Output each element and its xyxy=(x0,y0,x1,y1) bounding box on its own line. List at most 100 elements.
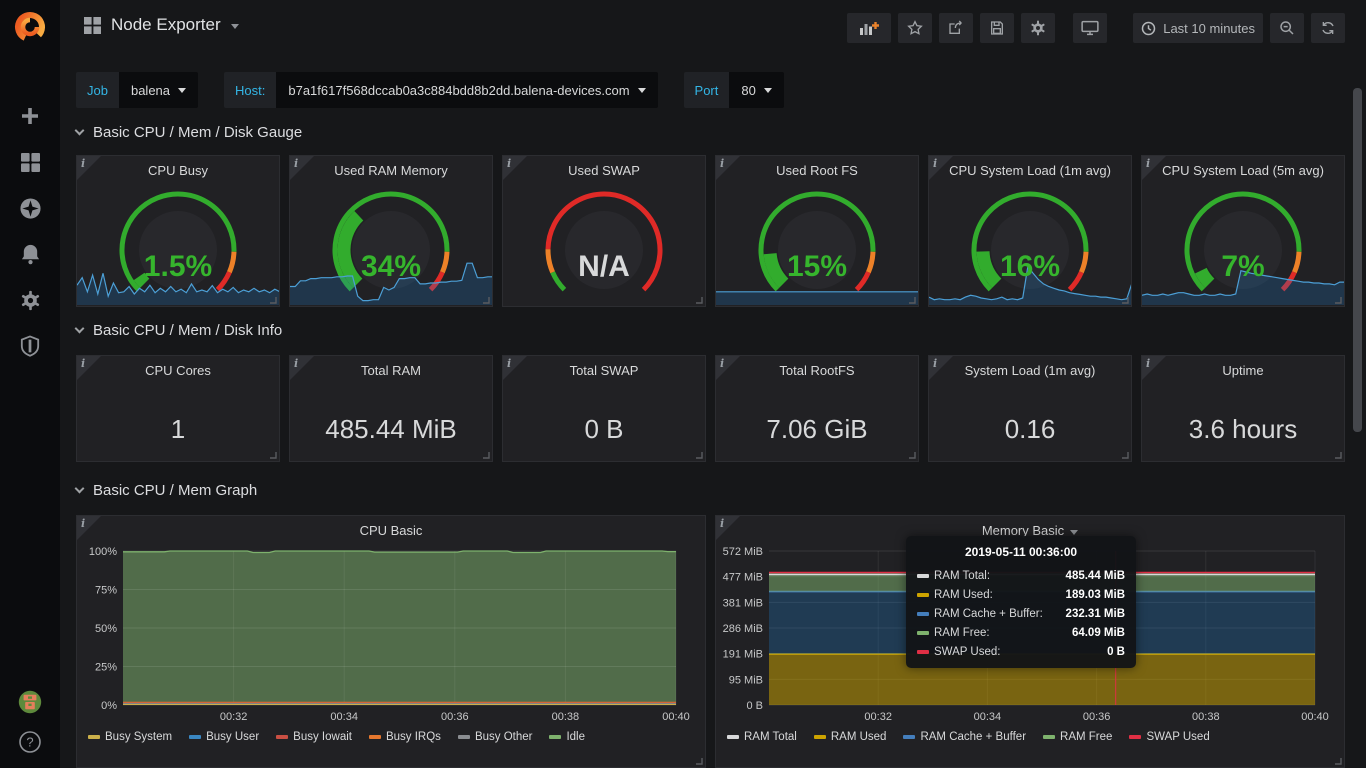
gauge-panel-title[interactable]: Used SWAP xyxy=(503,163,705,178)
panel-resize-handle[interactable] xyxy=(1334,451,1342,459)
panel-resize-handle[interactable] xyxy=(482,451,490,459)
section-info-header[interactable]: Basic CPU / Mem / Disk Info xyxy=(76,316,282,344)
graph-panel: CPU Basic0%25%50%75%100%00:3200:3400:360… xyxy=(76,515,706,768)
panel-resize-handle[interactable] xyxy=(695,451,703,459)
x-axis-label: 00:32 xyxy=(864,711,892,723)
stat-panel-title[interactable]: Total SWAP xyxy=(503,363,705,378)
legend-item[interactable]: Busy Other xyxy=(458,731,533,743)
panel-info-corner[interactable]: i xyxy=(77,516,101,540)
legend-item[interactable]: Busy System xyxy=(88,731,172,743)
explore-compass-icon[interactable] xyxy=(18,196,42,220)
admin-shield-icon[interactable] xyxy=(18,334,42,358)
panel-info-corner[interactable]: i xyxy=(77,156,101,180)
variable-host-value: b7a1f617f568dccab0a3c884bdd8b2dd.balena-… xyxy=(288,83,629,98)
gauge-panel-title[interactable]: CPU System Load (5m avg) xyxy=(1142,163,1344,178)
panel-info-corner[interactable]: i xyxy=(503,356,527,380)
panel-info-corner[interactable]: i xyxy=(929,356,953,380)
panel-resize-handle[interactable] xyxy=(695,757,703,765)
panel-info-corner[interactable]: i xyxy=(503,156,527,180)
chart-legend: Busy System Busy User Busy Iowait Busy IRQs… xyxy=(88,731,585,743)
clock-icon xyxy=(1141,21,1156,36)
panel-resize-handle[interactable] xyxy=(1121,451,1129,459)
alerting-bell-icon[interactable] xyxy=(18,242,42,266)
panel-resize-handle[interactable] xyxy=(1334,757,1342,765)
share-button[interactable] xyxy=(939,13,973,43)
panel-resize-handle[interactable] xyxy=(908,451,916,459)
gauge-panel-title[interactable]: CPU Busy xyxy=(77,163,279,178)
legend-item[interactable]: RAM Total xyxy=(727,731,797,743)
x-axis-label: 00:34 xyxy=(330,711,358,723)
refresh-button[interactable] xyxy=(1311,13,1345,43)
create-plus-icon[interactable] xyxy=(18,104,42,128)
gauge-panel-title[interactable]: CPU System Load (1m avg) xyxy=(929,163,1131,178)
tooltip-swatch xyxy=(917,612,929,616)
variable-port-select[interactable]: 80 xyxy=(729,72,783,108)
panel-info-corner[interactable]: i xyxy=(1142,156,1166,180)
time-range-button[interactable]: Last 10 minutes xyxy=(1133,13,1263,43)
chevron-down-icon[interactable] xyxy=(231,24,239,29)
zoom-out-button[interactable] xyxy=(1270,13,1304,43)
dashboard-title[interactable]: Node Exporter xyxy=(111,15,221,35)
cpu-basic-plot[interactable]: 0%25%50%75%100%00:3200:3400:3600:3800:40 xyxy=(77,516,705,767)
save-button[interactable] xyxy=(980,13,1014,43)
legend-item[interactable]: Idle xyxy=(549,731,585,743)
tooltip-series-value: 189.03 MiB xyxy=(1066,589,1125,601)
stat-panel: CPU Cores 1 i xyxy=(76,355,280,462)
legend-item[interactable]: Busy Iowait xyxy=(276,731,352,743)
stat-panel-title[interactable]: Uptime xyxy=(1142,363,1344,378)
panel-info-corner[interactable]: i xyxy=(290,156,314,180)
stat-value: 485.44 MiB xyxy=(290,414,492,445)
panel-resize-handle[interactable] xyxy=(269,296,277,304)
legend-item[interactable]: RAM Used xyxy=(814,731,887,743)
legend-item[interactable]: RAM Free xyxy=(1043,731,1112,743)
panel-resize-handle[interactable] xyxy=(695,296,703,304)
star-button[interactable] xyxy=(898,13,932,43)
tooltip-series-name: RAM Cache + Buffer: xyxy=(934,608,1043,620)
panel-info-corner[interactable]: i xyxy=(716,516,740,540)
cycle-view-button[interactable] xyxy=(1073,13,1107,43)
legend-item[interactable]: Busy User xyxy=(189,731,259,743)
configuration-gear-icon[interactable] xyxy=(18,288,42,312)
scrollbar[interactable] xyxy=(1353,88,1362,432)
legend-item[interactable]: SWAP Used xyxy=(1129,731,1209,743)
panel-resize-handle[interactable] xyxy=(908,296,916,304)
legend-swatch xyxy=(903,735,915,739)
variable-host-select[interactable]: b7a1f617f568dccab0a3c884bdd8b2dd.balena-… xyxy=(276,72,657,108)
section-gauge-header[interactable]: Basic CPU / Mem / Disk Gauge xyxy=(76,118,302,146)
panel-resize-handle[interactable] xyxy=(1121,296,1129,304)
panel-info-corner[interactable]: i xyxy=(716,156,740,180)
stat-value: 1 xyxy=(77,414,279,445)
tooltip-series-value: 485.44 MiB xyxy=(1066,570,1125,582)
legend-item[interactable]: RAM Cache + Buffer xyxy=(903,731,1026,743)
y-axis-label: 286 MiB xyxy=(723,623,763,635)
section-graph-header[interactable]: Basic CPU / Mem Graph xyxy=(76,476,257,504)
gauge-panel-title[interactable]: Used Root FS xyxy=(716,163,918,178)
add-panel-button[interactable] xyxy=(847,13,891,43)
legend-item[interactable]: Busy IRQs xyxy=(369,731,441,743)
variable-job-value: balena xyxy=(131,83,170,98)
stat-panel-title[interactable]: CPU Cores xyxy=(77,363,279,378)
stat-panel-title[interactable]: Total RootFS xyxy=(716,363,918,378)
gauge-panel-title[interactable]: Used RAM Memory xyxy=(290,163,492,178)
panel-resize-handle[interactable] xyxy=(482,296,490,304)
help-icon[interactable]: ? xyxy=(18,730,42,754)
graph-panel-title[interactable]: CPU Basic xyxy=(77,523,705,538)
grafana-logo[interactable] xyxy=(13,10,47,44)
stat-panel-title[interactable]: Total RAM xyxy=(290,363,492,378)
panel-info-corner[interactable]: i xyxy=(929,156,953,180)
panel-info-corner[interactable]: i xyxy=(77,356,101,380)
dashboards-grid-icon[interactable] xyxy=(18,150,42,174)
settings-button[interactable] xyxy=(1021,13,1055,43)
gauge: 7% xyxy=(1142,156,1345,306)
variable-job-select[interactable]: balena xyxy=(119,72,198,108)
panel-resize-handle[interactable] xyxy=(1334,296,1342,304)
tooltip-swatch xyxy=(917,593,929,597)
panel-resize-handle[interactable] xyxy=(269,451,277,459)
tooltip-row: SWAP Used:0 B xyxy=(917,642,1125,661)
user-avatar[interactable] xyxy=(18,690,42,714)
stat-panel-title[interactable]: System Load (1m avg) xyxy=(929,363,1131,378)
panel-info-corner[interactable]: i xyxy=(1142,356,1166,380)
stat-panel: Uptime3.6 hoursi xyxy=(1141,355,1345,462)
panel-info-corner[interactable]: i xyxy=(716,356,740,380)
panel-info-corner[interactable]: i xyxy=(290,356,314,380)
